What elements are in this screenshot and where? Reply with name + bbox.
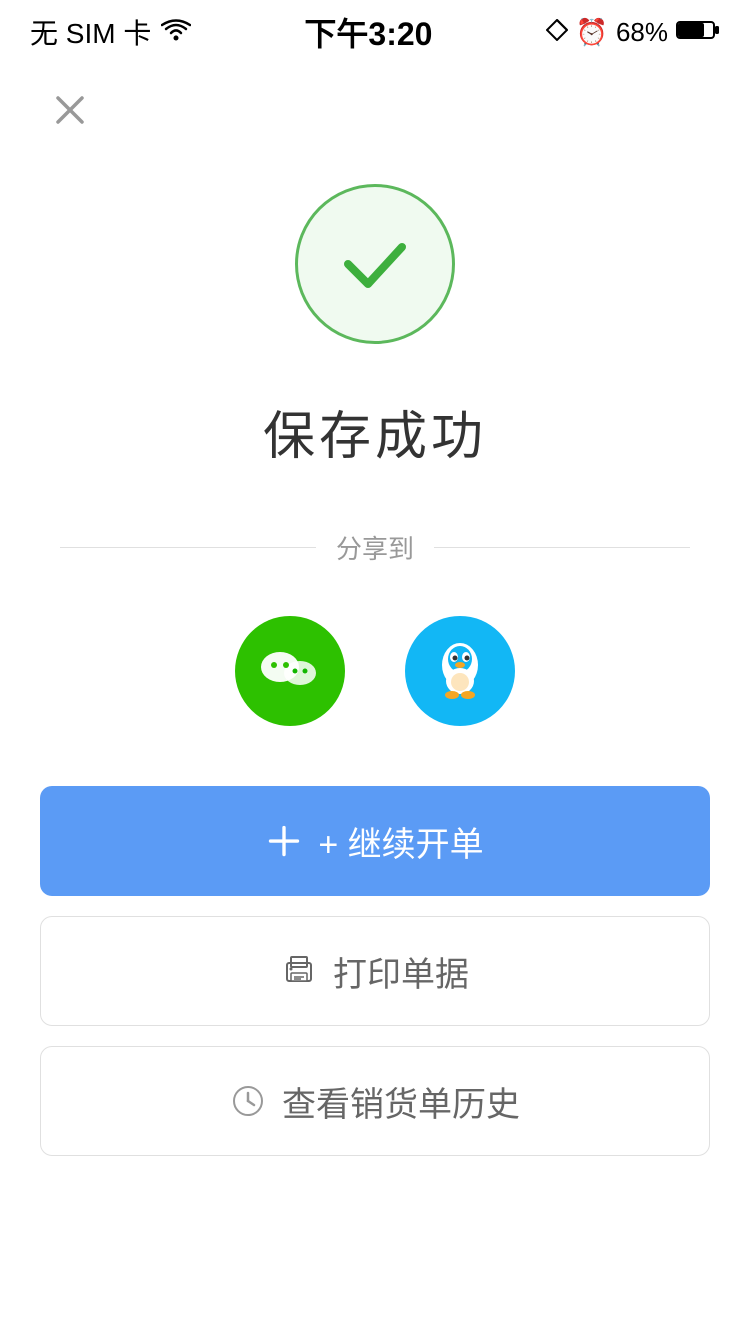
share-icons — [235, 616, 515, 726]
success-circle — [295, 184, 455, 344]
history-button-label: 查看销货单历史 — [282, 1077, 520, 1126]
print-button[interactable]: 打印单据 — [40, 916, 710, 1026]
wifi-icon — [161, 16, 191, 48]
status-right: ⏰ 68% — [546, 17, 720, 48]
success-title: 保存成功 — [263, 394, 487, 469]
continue-button[interactable]: + 继续开单 — [40, 786, 710, 896]
divider-right — [434, 547, 690, 548]
print-button-label: 打印单据 — [333, 947, 469, 996]
battery-icon — [676, 17, 720, 48]
share-divider: 分享到 — [0, 529, 750, 566]
share-label: 分享到 — [336, 529, 414, 566]
share-section: 分享到 — [0, 529, 750, 726]
location-icon — [546, 17, 568, 48]
divider-left — [60, 547, 316, 548]
qq-share-button[interactable] — [405, 616, 515, 726]
status-left: 无 SIM 卡 — [30, 12, 191, 52]
action-buttons: + 继续开单 打印单据 查看销货单历史 — [0, 726, 750, 1196]
continue-button-label: + 继续开单 — [318, 817, 483, 866]
main-content: 保存成功 分享到 — [0, 64, 750, 1196]
battery-text: 68% — [616, 17, 668, 48]
history-button[interactable]: 查看销货单历史 — [40, 1046, 710, 1156]
status-bar: 无 SIM 卡 下午3:20 ⏰ 68% — [0, 0, 750, 64]
alarm-icon: ⏰ — [576, 17, 608, 48]
wechat-share-button[interactable] — [235, 616, 345, 726]
status-time: 下午3:20 — [304, 9, 432, 55]
close-button[interactable] — [40, 80, 100, 140]
sim-text: 无 SIM 卡 — [30, 12, 151, 52]
